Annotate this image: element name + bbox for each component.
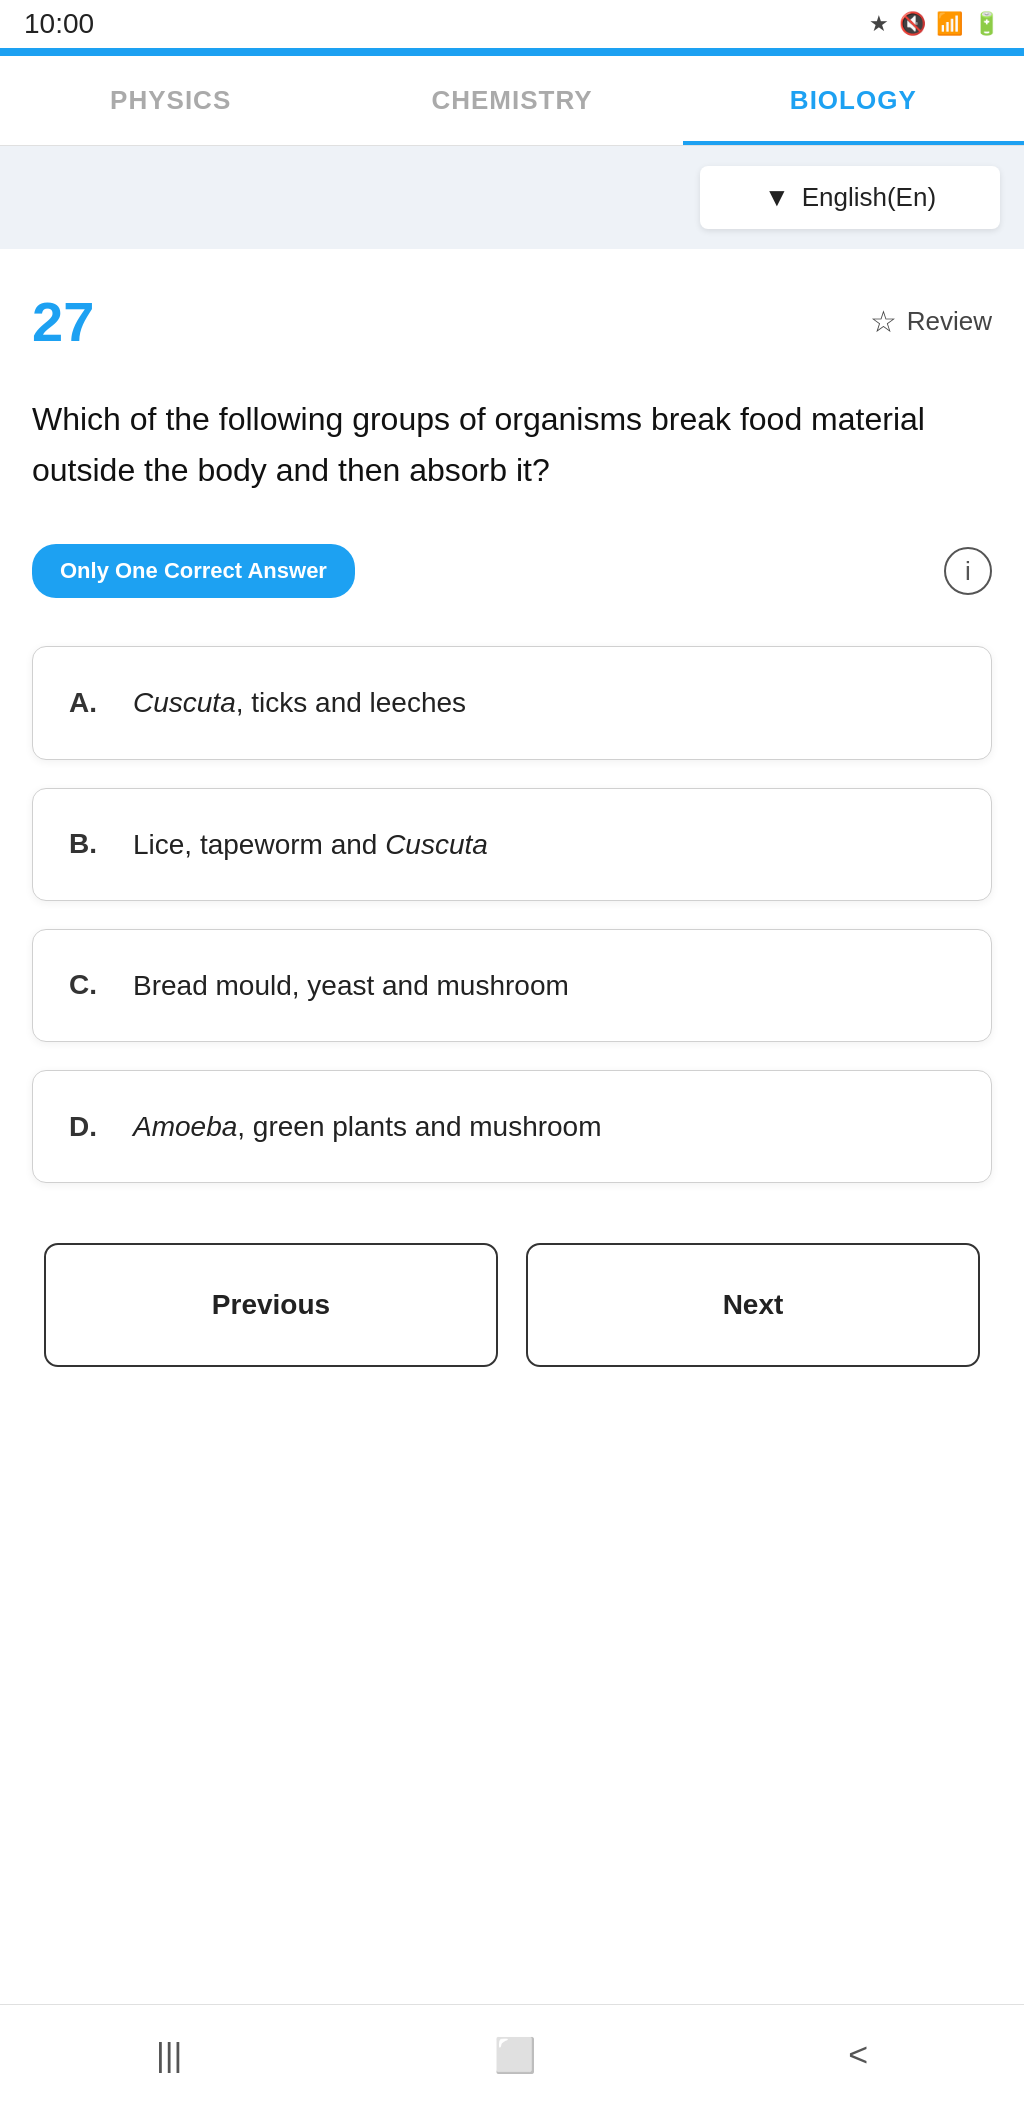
previous-button[interactable]: Previous: [44, 1243, 498, 1367]
menu-icon[interactable]: |||: [156, 2035, 183, 2074]
accent-bar: [0, 48, 1024, 56]
option-c[interactable]: C. Bread mould, yeast and mushroom: [32, 929, 992, 1042]
option-d-letter: D.: [69, 1111, 101, 1143]
bluetooth-icon: ★: [869, 11, 889, 37]
option-d[interactable]: D. Amoeba, green plants and mushroom: [32, 1070, 992, 1183]
question-header: 27 ☆ Review: [32, 289, 992, 354]
chevron-down-icon: ▼: [764, 182, 790, 213]
main-content: 27 ☆ Review Which of the following group…: [0, 249, 1024, 1447]
options-list: A. Cuscuta, ticks and leeches B. Lice, t…: [32, 646, 992, 1183]
option-b-letter: B.: [69, 828, 101, 860]
nav-buttons: Previous Next: [32, 1243, 992, 1407]
option-a-text: Cuscuta, ticks and leeches: [133, 683, 466, 722]
status-bar: 10:00 ★ 🔇 📶 🔋: [0, 0, 1024, 48]
home-icon[interactable]: ⬜: [494, 2035, 536, 2075]
status-icons: ★ 🔇 📶 🔋: [869, 11, 1000, 37]
question-text: Which of the following groups of organis…: [32, 394, 992, 496]
tab-biology[interactable]: BIOLOGY: [683, 56, 1024, 145]
star-icon: ☆: [870, 304, 897, 339]
option-b[interactable]: B. Lice, tapeworm and Cuscuta: [32, 788, 992, 901]
bottom-nav: ||| ⬜ <: [0, 2004, 1024, 2104]
question-number: 27: [32, 289, 94, 354]
option-b-text: Lice, tapeworm and Cuscuta: [133, 825, 488, 864]
info-icon[interactable]: i: [944, 547, 992, 595]
answer-type-badge: Only One Correct Answer: [32, 544, 355, 598]
tab-physics[interactable]: PHYSICS: [0, 56, 341, 145]
answer-badge-row: Only One Correct Answer i: [32, 544, 992, 598]
option-a-letter: A.: [69, 687, 101, 719]
language-selector[interactable]: ▼ English(En): [700, 166, 1000, 229]
signal-icon: 📶: [936, 11, 963, 37]
tab-bar: PHYSICS CHEMISTRY BIOLOGY: [0, 56, 1024, 146]
back-icon[interactable]: <: [848, 2035, 868, 2074]
status-time: 10:00: [24, 8, 94, 40]
option-a[interactable]: A. Cuscuta, ticks and leeches: [32, 646, 992, 759]
review-label: Review: [907, 306, 992, 337]
option-c-text: Bread mould, yeast and mushroom: [133, 966, 569, 1005]
next-button[interactable]: Next: [526, 1243, 980, 1367]
tab-chemistry[interactable]: CHEMISTRY: [341, 56, 682, 145]
option-c-letter: C.: [69, 969, 101, 1001]
language-label: English(En): [802, 182, 936, 213]
option-d-text: Amoeba, green plants and mushroom: [133, 1107, 602, 1146]
battery-icon: 🔋: [973, 11, 1000, 37]
language-area: ▼ English(En): [0, 146, 1024, 249]
review-button[interactable]: ☆ Review: [870, 304, 992, 339]
mute-icon: 🔇: [899, 11, 926, 37]
